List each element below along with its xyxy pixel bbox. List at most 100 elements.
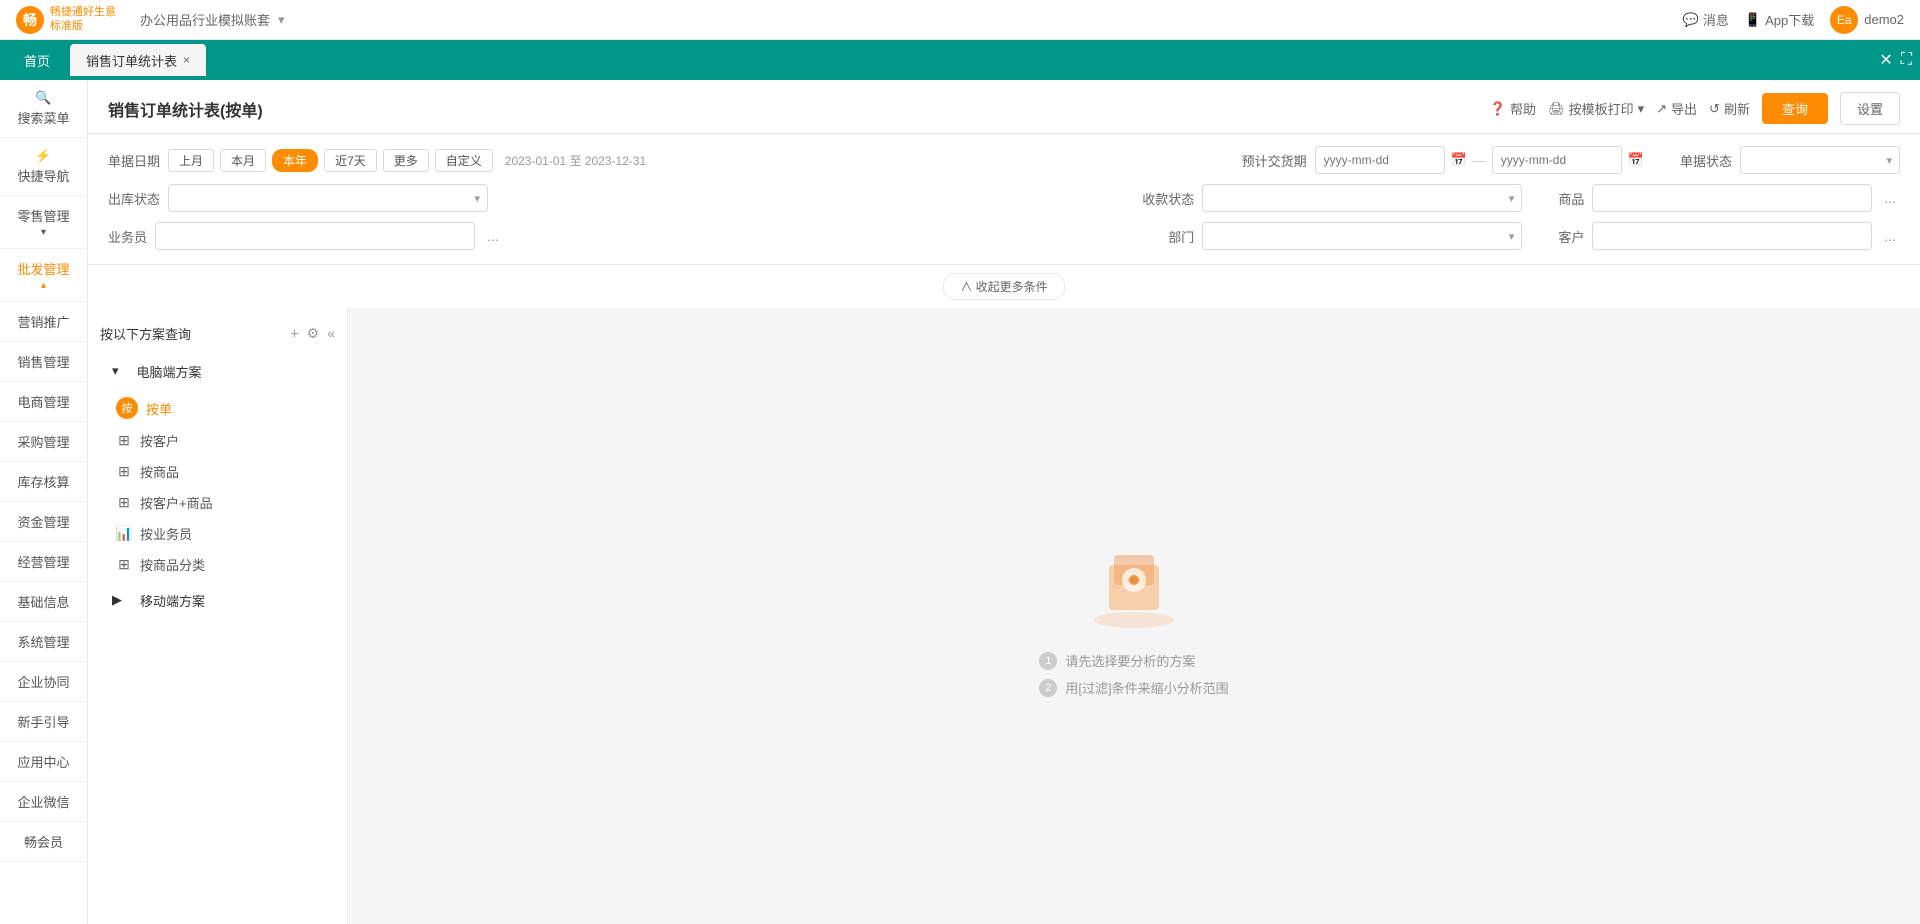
sidebar-item-ecommerce[interactable]: 电商管理 — [0, 382, 87, 422]
dept-select[interactable] — [1202, 222, 1522, 250]
date-btn-thismonth[interactable]: 本月 — [220, 149, 266, 172]
date-btn-7days[interactable]: 近7天 — [324, 149, 377, 172]
page-title: 销售订单统计表(按单) — [108, 97, 263, 121]
tab-sales-order[interactable]: 销售订单统计表 × — [70, 44, 206, 76]
app-title-dropdown[interactable]: ▾ — [278, 12, 285, 28]
date-btn-thisyear[interactable]: 本年 — [272, 149, 318, 172]
tree-item-by-customer[interactable]: ⊞ 按客户 — [96, 425, 347, 456]
empty-tip-2: 2 用[过滤]条件来缩小分析范围 — [1039, 678, 1228, 697]
sidebar-item-inventory[interactable]: 库存核算 — [0, 462, 87, 502]
date-btn-lastmonth[interactable]: 上月 — [168, 149, 214, 172]
sidebar-item-search[interactable]: 🔍 搜索菜单 — [0, 80, 87, 138]
tree-section-pc[interactable]: ▾ 电脑端方案 — [88, 351, 347, 391]
page-header: 销售订单统计表(按单) ❓ 帮助 🖨 按模板打印 ▾ ↗ 导出 — [88, 80, 1920, 134]
customer-input[interactable] — [1592, 222, 1872, 250]
filter-item-date: 单据日期 上月 本月 本年 近7天 更多 自定义 2023-01-01 至 20… — [108, 149, 646, 172]
nav-icon: ⚡ — [35, 148, 51, 164]
by-order-icon: 按 — [116, 397, 138, 419]
by-customer-goods-icon: ⊞ — [116, 495, 132, 511]
tree-item-by-customer-goods[interactable]: ⊞ 按客户+商品 — [96, 487, 347, 518]
predict-date-label: 预计交货期 — [1242, 151, 1307, 170]
filter-item-customer: 客户 ... — [1558, 222, 1900, 250]
tab-bar: 首页 销售订单统计表 × ✕ ⛶ — [0, 40, 1920, 80]
message-btn[interactable]: 💬 消息 — [1683, 10, 1729, 29]
query-btn[interactable]: 查询 — [1762, 93, 1828, 124]
right-content: 1 请先选择要分析的方案 2 用[过滤]条件来缩小分析范围 — [348, 308, 1920, 924]
tab-bar-actions: ✕ ⛶ — [1879, 50, 1912, 70]
search-icon: 🔍 — [35, 90, 51, 106]
tree-item-by-goods[interactable]: ⊞ 按商品 — [96, 456, 347, 487]
print-btn[interactable]: 🖨 按模板打印 ▾ — [1548, 99, 1644, 118]
tree-item-by-goods-category[interactable]: ⊞ 按商品分类 — [96, 549, 347, 580]
sidebar-item-purchase[interactable]: 采购管理 — [0, 422, 87, 462]
collapse-bar: ∧ 收起更多条件 — [88, 264, 1920, 308]
tree-section-mobile[interactable]: ▶ 移动端方案 — [88, 580, 347, 620]
receive-status-select[interactable] — [1202, 184, 1522, 212]
top-bar-left: 畅 畅捷通好生意 标准版 办公用品行业模拟账套 ▾ — [16, 6, 285, 34]
help-btn[interactable]: ❓ 帮助 — [1490, 99, 1536, 118]
by-goods-icon: ⊞ — [116, 464, 132, 480]
tree-item-by-staff[interactable]: 📊 按业务员 — [96, 518, 347, 549]
staff-input[interactable] — [155, 222, 475, 250]
window-maximize-btn[interactable]: ⛶ — [1901, 51, 1912, 69]
predict-date-end[interactable] — [1492, 146, 1622, 174]
single-status-label: 单据状态 — [1680, 151, 1732, 170]
export-btn[interactable]: ↗ 导出 — [1656, 99, 1697, 118]
customer-ellipsis-btn[interactable]: ... — [1880, 228, 1900, 244]
left-panel-icons: + ⚙ « — [290, 325, 335, 342]
sidebar-item-sales[interactable]: 销售管理 — [0, 342, 87, 382]
user-area[interactable]: Ea demo2 — [1830, 6, 1904, 34]
tree-sub-pc: 按 按单 ⊞ 按客户 ⊞ 按商品 ⊞ 按客户+商品 — [88, 391, 347, 580]
top-bar: 畅 畅捷通好生意 标准版 办公用品行业模拟账套 ▾ 💬 消息 📱 App下载 E… — [0, 0, 1920, 40]
print-dropdown-icon: ▾ — [1638, 101, 1645, 117]
filter-item-predict-date: 预计交货期 📅 — 📅 — [1242, 146, 1644, 174]
calendar-icon-1[interactable]: 📅 — [1451, 152, 1467, 168]
empty-illustration — [1074, 535, 1194, 635]
sidebar-item-marketing[interactable]: 营销推广 — [0, 302, 87, 342]
goods-ellipsis-btn[interactable]: ... — [1880, 190, 1900, 206]
calendar-icon-2[interactable]: 📅 — [1628, 152, 1644, 168]
tab-home[interactable]: 首页 — [8, 44, 66, 76]
goods-input[interactable] — [1592, 184, 1872, 212]
receive-status-label: 收款状态 — [1142, 189, 1194, 208]
date-btn-custom[interactable]: 自定义 — [435, 149, 493, 172]
logo-text: 畅捷通好生意 标准版 — [50, 6, 116, 32]
staff-ellipsis-btn[interactable]: ... — [483, 228, 503, 244]
date-btn-more[interactable]: 更多 — [383, 149, 429, 172]
refresh-btn[interactable]: ↺ 刷新 — [1709, 99, 1750, 118]
sidebar-item-enterprise[interactable]: 企业协同 — [0, 662, 87, 702]
empty-tip-1: 1 请先选择要分析的方案 — [1039, 651, 1228, 670]
sidebar-item-wholesale[interactable]: 批发管理 ▴ — [0, 249, 87, 302]
filter-body: 单据日期 上月 本月 本年 近7天 更多 自定义 2023-01-01 至 20… — [88, 134, 1920, 264]
collapse-panel-btn[interactable]: « — [327, 325, 335, 342]
sidebar-item-nav[interactable]: ⚡ 快捷导航 — [0, 138, 87, 196]
logo-area: 畅 畅捷通好生意 标准版 — [16, 6, 116, 34]
customer-label: 客户 — [1558, 227, 1584, 246]
left-panel-title: 按以下方案查询 — [100, 324, 191, 343]
window-close-btn[interactable]: ✕ — [1879, 50, 1892, 70]
sidebar-item-appcenter[interactable]: 应用中心 — [0, 742, 87, 782]
tab-close-btn[interactable]: × — [183, 53, 190, 67]
sidebar-item-guide[interactable]: 新手引导 — [0, 702, 87, 742]
sidebar: 🔍 搜索菜单 ⚡ 快捷导航 零售管理 ▾ 批发管理 ▴ 营销推广 销售管理 电商… — [0, 80, 88, 924]
help-icon: ❓ — [1490, 101, 1506, 117]
sidebar-item-finance[interactable]: 资金管理 — [0, 502, 87, 542]
sidebar-item-member[interactable]: 畅会员 — [0, 822, 87, 862]
collapse-btn[interactable]: ∧ 收起更多条件 — [943, 273, 1064, 300]
setting-plan-btn[interactable]: ⚙ — [307, 325, 320, 342]
sidebar-item-retail[interactable]: 零售管理 ▾ — [0, 196, 87, 249]
setting-btn[interactable]: 设置 — [1840, 92, 1900, 125]
sidebar-item-system[interactable]: 系统管理 — [0, 622, 87, 662]
predict-date-start[interactable] — [1315, 146, 1445, 174]
tree-item-by-order[interactable]: 按 按单 — [96, 391, 347, 425]
add-plan-btn[interactable]: + — [290, 325, 298, 342]
wholesale-arrow-icon: ▴ — [41, 280, 46, 291]
sidebar-item-basicinfo[interactable]: 基础信息 — [0, 582, 87, 622]
export-icon: ↗ — [1656, 101, 1667, 117]
single-status-select[interactable] — [1740, 146, 1900, 174]
out-status-select[interactable] — [168, 184, 488, 212]
refresh-icon: ↺ — [1709, 101, 1720, 117]
sidebar-item-wechat[interactable]: 企业微信 — [0, 782, 87, 822]
app-download-btn[interactable]: 📱 App下载 — [1745, 10, 1814, 29]
sidebar-item-operations[interactable]: 经营管理 — [0, 542, 87, 582]
